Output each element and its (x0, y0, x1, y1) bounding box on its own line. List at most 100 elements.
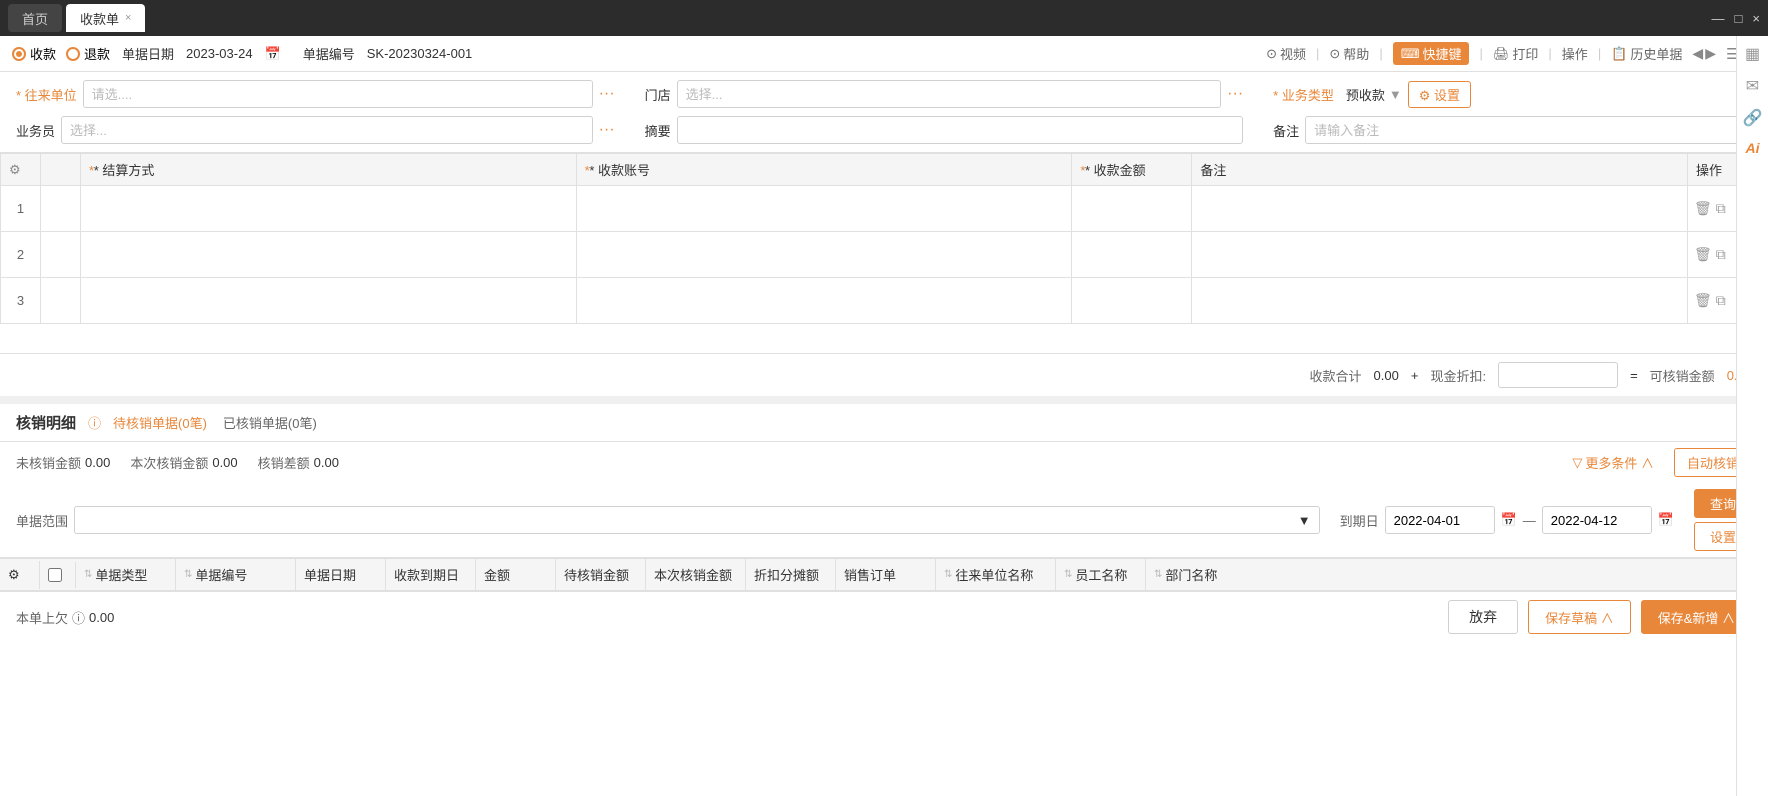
calendar-to-icon[interactable]: 📅 (1658, 512, 1674, 528)
row-1-account[interactable] (576, 186, 1072, 232)
row-3-delete-icon[interactable]: 🗑 (1694, 292, 1712, 309)
save-draft-btn[interactable]: 保存草稿 ∧ (1528, 600, 1631, 634)
maximize-icon[interactable]: □ (1735, 11, 1743, 26)
row-3-note-input[interactable] (1192, 278, 1687, 323)
row-2-account[interactable] (576, 232, 1072, 278)
wt-col-settings[interactable]: ⚙ (0, 561, 40, 589)
close-window-icon[interactable]: × (1752, 11, 1760, 26)
writeoff-tab-done[interactable]: 已核销单据(0笔) (223, 413, 317, 432)
more-conditions-btn[interactable]: ▽ 更多条件 ∧ (1572, 453, 1654, 472)
row-2-note-input[interactable] (1192, 232, 1687, 277)
tab-bar: 首页 收款单 × — □ × (0, 0, 1768, 36)
row-1-delete-icon[interactable]: 🗑 (1694, 200, 1712, 217)
sidebar-mail-icon[interactable]: ✉ (1746, 76, 1759, 96)
calendar-icon[interactable]: 📅 (265, 46, 281, 62)
row-3-amount[interactable] (1072, 278, 1192, 324)
video-icon: ⊙ (1266, 46, 1277, 62)
range-select[interactable]: ▼ (74, 506, 1320, 534)
row-2-account-input[interactable] (577, 232, 1072, 277)
store-more-btn[interactable]: ··· (1227, 85, 1243, 103)
business-type-value: 预收款 (1346, 85, 1385, 104)
counterparty-input[interactable] (83, 80, 593, 108)
row-2-amount[interactable] (1072, 232, 1192, 278)
btn-history[interactable]: 📋 历史单据 (1611, 44, 1682, 63)
row-1-note[interactable] (1192, 186, 1688, 232)
row-2-settlement[interactable] (81, 232, 577, 278)
range-label: 单据范围 (16, 511, 68, 530)
btn-help[interactable]: ⊙ 帮助 (1329, 44, 1369, 63)
table-settings-icon[interactable]: ⚙ (9, 162, 21, 177)
nav-prev[interactable]: ◀ (1692, 45, 1703, 62)
select-all-checkbox[interactable] (48, 568, 62, 582)
counterparty-group: * 往来单位 ··· (16, 80, 615, 108)
radio-refund[interactable]: 退款 (66, 44, 110, 63)
summary-group: 摘要 (645, 116, 1244, 144)
nav-next[interactable]: ▶ (1705, 45, 1716, 62)
tab-current[interactable]: 收款单 × (66, 4, 145, 32)
tab-close-icon[interactable]: × (125, 12, 131, 24)
writeoff-info-icon[interactable]: ⓘ (88, 413, 101, 432)
sidebar-ai-icon[interactable]: Ai (1746, 140, 1760, 156)
sidebar-table-icon[interactable]: ▦ (1745, 44, 1760, 64)
history-icon: 📋 (1611, 46, 1627, 62)
due-date-label: 到期日 (1340, 511, 1379, 530)
notes-input[interactable] (1305, 116, 1752, 144)
row-2-copy-icon[interactable]: ⧉ (1716, 246, 1726, 263)
row-2-num: 2 (1, 232, 41, 278)
store-group: 门店 ··· (645, 80, 1244, 108)
writeoff-tab-pending[interactable]: 待核销单据(0笔) (113, 413, 207, 432)
row-3-settlement-input[interactable] (81, 278, 576, 323)
row-2-amount-input[interactable] (1072, 232, 1191, 277)
btn-video[interactable]: ⊙ 视频 (1266, 44, 1306, 63)
row-1-note-input[interactable] (1192, 186, 1687, 231)
wt-col-checkbox[interactable] (40, 562, 76, 588)
table-row: 1 🗑 ⧉ (1, 186, 1768, 232)
tab-home[interactable]: 首页 (8, 4, 62, 32)
row-2-settlement-input[interactable] (81, 232, 576, 277)
sidebar-link-icon[interactable]: 🔗 (1743, 108, 1763, 128)
notes-group: 备注 (1273, 116, 1752, 144)
date-to-input[interactable] (1542, 506, 1652, 534)
wt-col-type: ⇅ 单据类型 (76, 559, 176, 590)
row-1-settlement[interactable] (81, 186, 577, 232)
stat-diff: 核销差额 0.00 (258, 453, 339, 472)
row-1-copy-icon[interactable]: ⧉ (1716, 200, 1726, 217)
discount-input[interactable] (1498, 362, 1618, 388)
summary-input[interactable] (677, 116, 1244, 144)
row-2-idx (41, 232, 81, 278)
row-3-note[interactable] (1192, 278, 1688, 324)
row-3-copy-icon[interactable]: ⧉ (1716, 292, 1726, 309)
salesperson-input[interactable] (61, 116, 593, 144)
minimize-icon[interactable]: — (1712, 11, 1725, 26)
wt-col-discount: 折扣分摊额 (746, 559, 836, 590)
row-3-amount-input[interactable] (1072, 278, 1191, 323)
radio-receipt[interactable]: 收款 (12, 44, 56, 63)
date-from-input[interactable] (1385, 506, 1495, 534)
store-input[interactable] (677, 80, 1222, 108)
counterparty-more-btn[interactable]: ··· (599, 85, 615, 103)
btn-shortcuts[interactable]: ⌨ 快捷键 (1393, 42, 1470, 65)
calendar-from-icon[interactable]: 📅 (1501, 512, 1517, 528)
row-3-account-input[interactable] (577, 278, 1072, 323)
info-help-icon[interactable]: ⓘ (72, 608, 85, 627)
col-settings[interactable]: ⚙ (1, 154, 41, 186)
nav-arrows: ◀ ▶ (1692, 45, 1716, 62)
row-1-account-input[interactable] (577, 186, 1072, 231)
row-1-settlement-input[interactable] (81, 186, 576, 231)
number-label: 单据编号 (303, 44, 355, 63)
row-1-amount-input[interactable] (1072, 186, 1191, 231)
wt-col-number: ⇅ 单据编号 (176, 559, 296, 590)
row-2-note[interactable] (1192, 232, 1688, 278)
abandon-btn[interactable]: 放弃 (1448, 600, 1518, 634)
salesperson-more-btn[interactable]: ··· (599, 121, 615, 139)
business-type-dropdown[interactable]: ▼ (1389, 87, 1402, 102)
summary-row: 收款合计 0.00 + 现金折扣: = 可核销金额 0.00 (0, 353, 1768, 396)
row-2-delete-icon[interactable]: 🗑 (1694, 246, 1712, 263)
row-3-account[interactable] (576, 278, 1072, 324)
wt-col-dept: ⇅ 部门名称 (1146, 559, 1236, 590)
row-3-settlement[interactable] (81, 278, 577, 324)
btn-operation[interactable]: 操作 (1562, 44, 1588, 63)
form-settings-btn[interactable]: ⚙ 设置 (1408, 81, 1471, 108)
row-1-amount[interactable] (1072, 186, 1192, 232)
btn-print[interactable]: 🖨 打印 (1493, 44, 1539, 63)
